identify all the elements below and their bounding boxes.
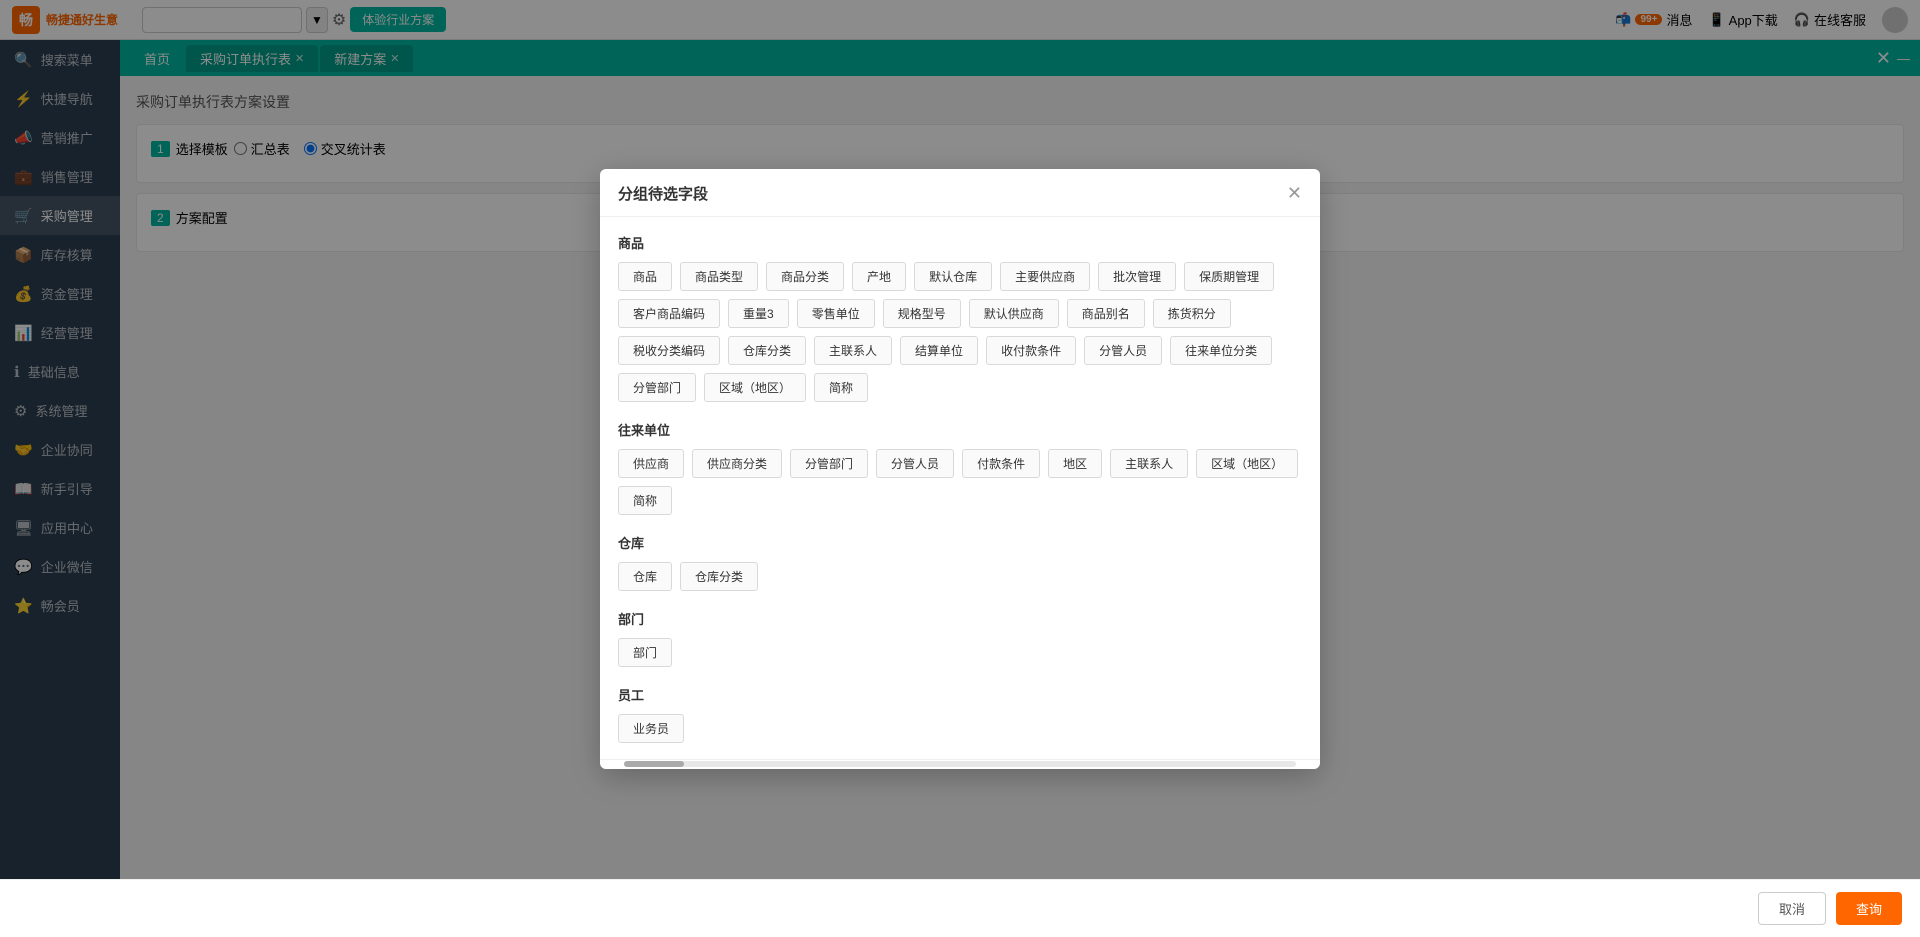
- tag-product-12[interactable]: 默认供应商: [969, 299, 1059, 328]
- tag-partner-8[interactable]: 简称: [618, 486, 672, 515]
- field-group-dept: 部门 部门: [618, 609, 1302, 667]
- tag-partner-5[interactable]: 地区: [1048, 449, 1102, 478]
- field-group-staff: 员工 业务员: [618, 685, 1302, 743]
- tag-product-11[interactable]: 规格型号: [883, 299, 961, 328]
- dialog-header: 分组待选字段 ✕: [600, 169, 1320, 217]
- dialog-title: 分组待选字段: [618, 183, 708, 204]
- tag-product-3[interactable]: 产地: [852, 262, 906, 291]
- tag-partner-1[interactable]: 供应商分类: [692, 449, 782, 478]
- tag-warehouse-0[interactable]: 仓库: [618, 562, 672, 591]
- tag-product-7[interactable]: 保质期管理: [1184, 262, 1274, 291]
- cancel-button[interactable]: 取消: [1758, 892, 1826, 925]
- dialog-footer: 取消 查询: [0, 879, 1920, 937]
- field-group-warehouse-title: 仓库: [618, 533, 1302, 552]
- horizontal-scrollbar[interactable]: [600, 759, 1320, 769]
- field-group-warehouse: 仓库 仓库 仓库分类: [618, 533, 1302, 591]
- field-group-product-title: 商品: [618, 233, 1302, 252]
- tag-product-20[interactable]: 分管人员: [1084, 336, 1162, 365]
- confirm-button[interactable]: 查询: [1836, 892, 1902, 925]
- tag-product-17[interactable]: 主联系人: [814, 336, 892, 365]
- dialog: 分组待选字段 ✕ 商品 商品 商品类型 商品分类 产地 默认仓库 主要供应商 批…: [600, 169, 1320, 769]
- dialog-close-btn[interactable]: ✕: [1287, 183, 1302, 204]
- field-tags-staff: 业务员: [618, 714, 1302, 743]
- tag-product-21[interactable]: 往来单位分类: [1170, 336, 1272, 365]
- tag-product-18[interactable]: 结算单位: [900, 336, 978, 365]
- field-group-partner-title: 往来单位: [618, 420, 1302, 439]
- tag-product-23[interactable]: 区域（地区）: [704, 373, 806, 402]
- tag-product-4[interactable]: 默认仓库: [914, 262, 992, 291]
- modal-overlay: 分组待选字段 ✕ 商品 商品 商品类型 商品分类 产地 默认仓库 主要供应商 批…: [0, 0, 1920, 937]
- tag-partner-0[interactable]: 供应商: [618, 449, 684, 478]
- tag-product-13[interactable]: 商品别名: [1067, 299, 1145, 328]
- tag-product-9[interactable]: 重量3: [728, 299, 789, 328]
- tag-staff-0[interactable]: 业务员: [618, 714, 684, 743]
- field-group-dept-title: 部门: [618, 609, 1302, 628]
- tag-product-15[interactable]: 税收分类编码: [618, 336, 720, 365]
- tag-product-24[interactable]: 简称: [814, 373, 868, 402]
- tag-product-6[interactable]: 批次管理: [1098, 262, 1176, 291]
- tag-product-0[interactable]: 商品: [618, 262, 672, 291]
- tag-partner-6[interactable]: 主联系人: [1110, 449, 1188, 478]
- field-tags-product: 商品 商品类型 商品分类 产地 默认仓库 主要供应商 批次管理 保质期管理 客户…: [618, 262, 1302, 402]
- tag-partner-4[interactable]: 付款条件: [962, 449, 1040, 478]
- field-group-partner: 往来单位 供应商 供应商分类 分管部门 分管人员 付款条件 地区 主联系人 区域…: [618, 420, 1302, 515]
- tag-product-1[interactable]: 商品类型: [680, 262, 758, 291]
- tag-product-14[interactable]: 拣货积分: [1153, 299, 1231, 328]
- field-tags-warehouse: 仓库 仓库分类: [618, 562, 1302, 591]
- field-group-product: 商品 商品 商品类型 商品分类 产地 默认仓库 主要供应商 批次管理 保质期管理…: [618, 233, 1302, 402]
- field-tags-partner: 供应商 供应商分类 分管部门 分管人员 付款条件 地区 主联系人 区域（地区） …: [618, 449, 1302, 515]
- field-group-staff-title: 员工: [618, 685, 1302, 704]
- tag-partner-3[interactable]: 分管人员: [876, 449, 954, 478]
- field-tags-dept: 部门: [618, 638, 1302, 667]
- tag-partner-2[interactable]: 分管部门: [790, 449, 868, 478]
- tag-product-5[interactable]: 主要供应商: [1000, 262, 1090, 291]
- tag-dept-0[interactable]: 部门: [618, 638, 672, 667]
- tag-partner-7[interactable]: 区域（地区）: [1196, 449, 1298, 478]
- tag-product-2[interactable]: 商品分类: [766, 262, 844, 291]
- tag-product-10[interactable]: 零售单位: [797, 299, 875, 328]
- tag-product-8[interactable]: 客户商品编码: [618, 299, 720, 328]
- hscroll-track: [624, 761, 1296, 767]
- tag-product-22[interactable]: 分管部门: [618, 373, 696, 402]
- dialog-body: 商品 商品 商品类型 商品分类 产地 默认仓库 主要供应商 批次管理 保质期管理…: [600, 217, 1320, 759]
- tag-product-16[interactable]: 仓库分类: [728, 336, 806, 365]
- tag-warehouse-1[interactable]: 仓库分类: [680, 562, 758, 591]
- tag-product-19[interactable]: 收付款条件: [986, 336, 1076, 365]
